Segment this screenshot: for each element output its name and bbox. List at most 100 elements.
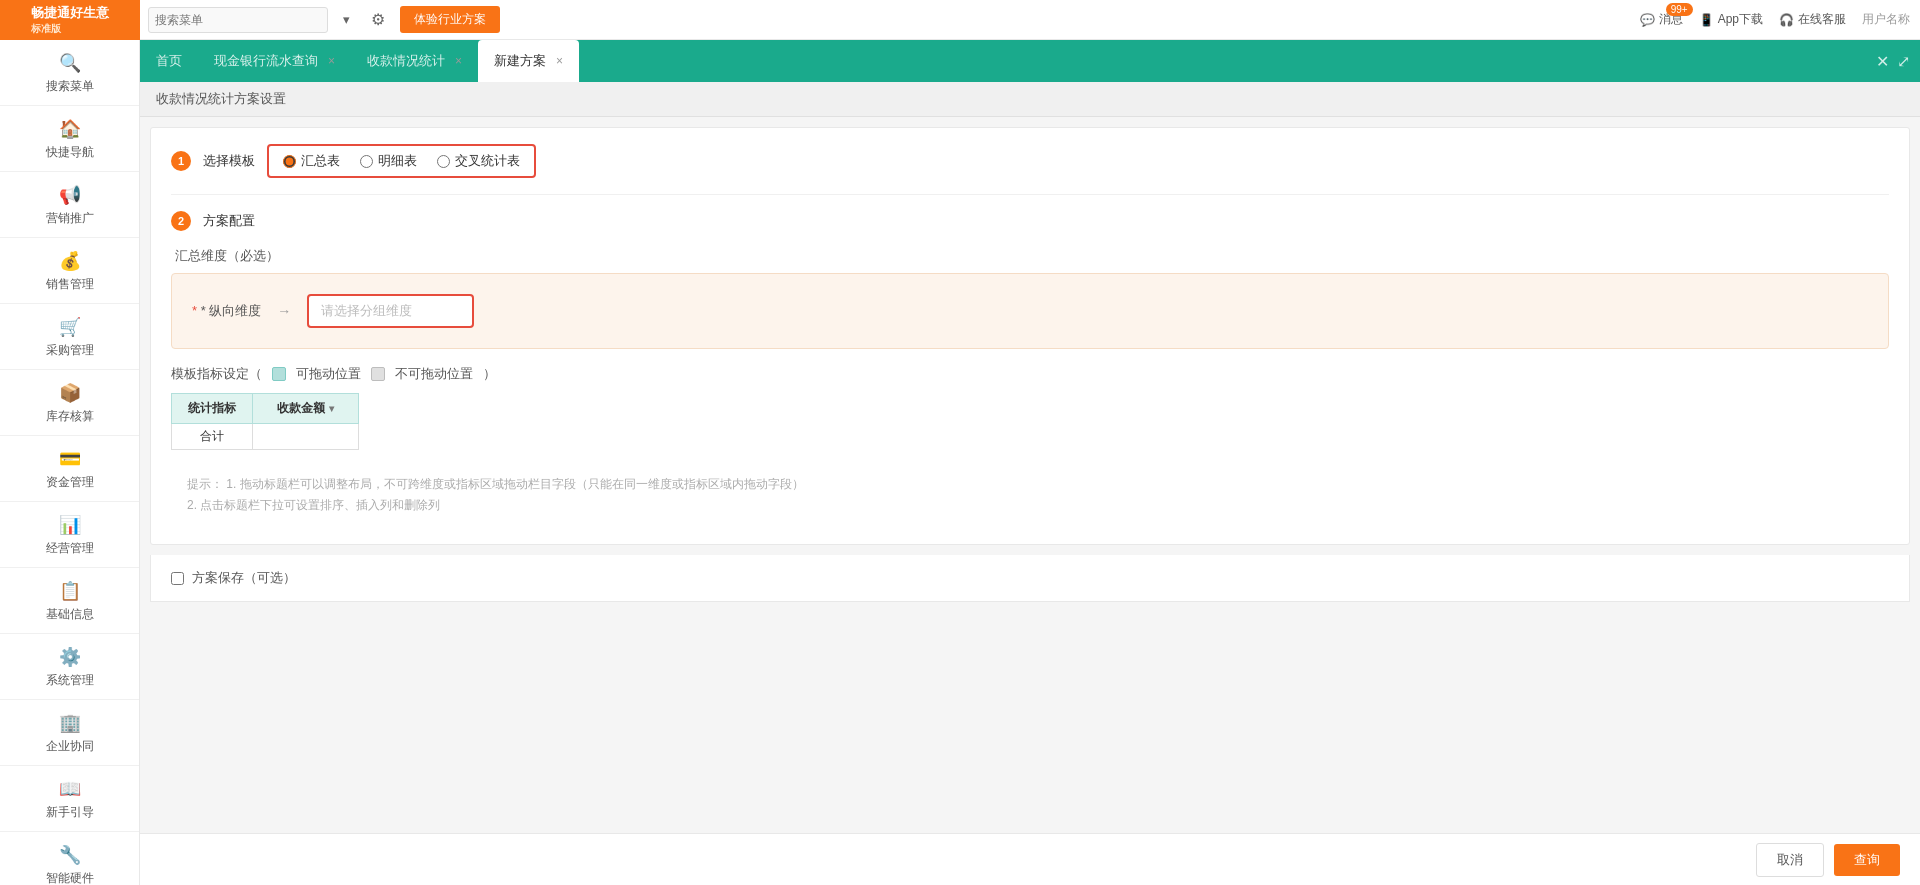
tab-close-all-icon[interactable]: ✕ [1876,52,1889,71]
save-checkbox[interactable] [171,572,184,585]
management-icon: 📊 [59,514,81,536]
vertical-dim-label: * * 纵向维度 [192,302,261,320]
radio-cross-input[interactable] [437,155,450,168]
tab-home[interactable]: 首页 [140,40,198,82]
notification-btn[interactable]: 💬 消息 99+ [1640,11,1683,28]
sales-icon: 💰 [59,250,81,272]
tip-line1: 提示： 1. 拖动标题栏可以调整布局，不可跨维度或指标区域拖动栏目字段（只能在同… [187,476,1873,493]
divider [171,194,1889,195]
sidebar-item-label: 资金管理 [46,474,94,491]
sidebar-item-label: 系统管理 [46,672,94,689]
sidebar-item-label: 库存核算 [46,408,94,425]
dropdown-icon[interactable]: ▾ [336,10,356,30]
app-download-btn[interactable]: 📱 App下载 [1699,11,1763,28]
sidebar-item-finance[interactable]: 💳 资金管理 [0,436,139,502]
radio-summary[interactable]: 汇总表 [283,152,340,170]
sidebar-item-label: 基础信息 [46,606,94,623]
enterprise-icon: 🏢 [59,712,81,734]
page-title-bar: 收款情况统计方案设置 [140,82,1920,117]
arrow-icon: → [277,303,291,319]
step2-row: 2 方案配置 [171,211,1889,231]
sidebar-item-management[interactable]: 📊 经营管理 [0,502,139,568]
dimension-row: * * 纵向维度 → 请选择分组维度 [192,294,1868,328]
sidebar-item-basic[interactable]: 📋 基础信息 [0,568,139,634]
sidebar-item-label: 企业协同 [46,738,94,755]
sidebar-item-label: 快捷导航 [46,144,94,161]
column-header-cell[interactable]: 收款金额 ▾ [253,394,359,424]
row-label-cell: 合计 [172,424,253,450]
cancel-button[interactable]: 取消 [1756,843,1824,877]
step2-badge: 2 [171,211,191,231]
purchase-icon: 🛒 [59,316,81,338]
metrics-table: 统计指标 收款金额 ▾ [171,393,359,450]
app-logo: 畅捷通好生意 标准版 [0,0,140,40]
page-title: 收款情况统计方案设置 [156,91,286,106]
dimension-placeholder: 请选择分组维度 [321,303,412,318]
step1-row: 1 选择模板 汇总表 明细表 交叉统计表 [171,144,1889,178]
required-star: * [192,303,197,318]
form-section: 1 选择模板 汇总表 明细表 交叉统计表 [150,127,1910,545]
tab-new-plan-label: 新建方案 [494,52,546,70]
radio-detail-input[interactable] [360,155,373,168]
user-area: 用户名称 [1862,11,1910,28]
industry-btn[interactable]: 体验行业方案 [400,6,500,33]
sidebar-item-purchase[interactable]: 🛒 采购管理 [0,304,139,370]
gear-icon[interactable]: ⚙ [364,6,392,34]
sidebar-item-label: 搜索菜单 [46,78,94,95]
tab-cash-flow-label: 现金银行流水查询 [214,52,318,70]
sidebar-item-label: 新手引导 [46,804,94,821]
radio-summary-input[interactable] [283,155,296,168]
sidebar-item-enterprise[interactable]: 🏢 企业协同 [0,700,139,766]
page-content: 收款情况统计方案设置 1 选择模板 汇总表 明细表 [140,82,1920,885]
app-sub-label: 标准版 [31,22,109,36]
tab-new-plan[interactable]: 新建方案 × [478,40,579,82]
bottom-action-bar: 取消 查询 [140,833,1920,885]
stats-indicator-header: 统计指标 [172,394,253,424]
metrics-config: 模板指标设定（ 可拖动位置 不可拖动位置 ） [171,365,1889,450]
sidebar-item-hardware[interactable]: 🔧 智能硬件 [0,832,139,885]
guide-icon: 📖 [59,778,81,800]
step2-label: 方案配置 [203,212,255,230]
tab-maximize-icon[interactable]: ⤢ [1897,52,1910,71]
sidebar: 🔍 搜索菜单 🏠 快捷导航 📢 营销推广 💰 销售管理 🛒 采购管理 📦 库存核… [0,40,140,885]
app-name: 畅捷通好生意 [31,4,109,22]
radio-cross-label: 交叉统计表 [455,152,520,170]
tab-receipt-stats[interactable]: 收款情况统计 × [351,40,478,82]
download-label: App下载 [1718,11,1763,28]
tab-cash-flow[interactable]: 现金银行流水查询 × [198,40,351,82]
non-draggable-label: 不可拖动位置 [395,365,473,383]
tab-home-label: 首页 [156,52,182,70]
system-icon: ⚙️ [59,646,81,668]
close-receipt-stats-icon[interactable]: × [455,54,462,68]
sidebar-item-marketing[interactable]: 📢 营销推广 [0,172,139,238]
close-new-plan-icon[interactable]: × [556,54,563,68]
radio-detail-label: 明细表 [378,152,417,170]
service-icon: 🎧 [1779,13,1794,27]
radio-detail[interactable]: 明细表 [360,152,417,170]
sidebar-item-search[interactable]: 🔍 搜索菜单 [0,40,139,106]
search-icon: 🔍 [59,52,81,74]
radio-summary-label: 汇总表 [301,152,340,170]
sidebar-item-label: 经营管理 [46,540,94,557]
query-button[interactable]: 查询 [1834,844,1900,876]
search-input[interactable] [148,7,328,33]
row-value-cell [253,424,359,450]
sidebar-item-label: 销售管理 [46,276,94,293]
message-icon: 💬 [1640,13,1655,27]
sidebar-item-nav[interactable]: 🏠 快捷导航 [0,106,139,172]
step2-section: 2 方案配置 汇总维度（必选） * * 纵向维度 → [171,211,1889,528]
dimension-dropdown[interactable]: 请选择分组维度 [307,294,474,328]
sidebar-item-label: 营销推广 [46,210,94,227]
sidebar-item-guide[interactable]: 📖 新手引导 [0,766,139,832]
step1-badge: 1 [171,151,191,171]
tips-area: 提示： 1. 拖动标题栏可以调整布局，不可跨维度或指标区域拖动栏目字段（只能在同… [171,466,1889,528]
chevron-down-icon: ▾ [329,403,334,414]
sidebar-item-inventory[interactable]: 📦 库存核算 [0,370,139,436]
top-bar: 畅捷通好生意 标准版 ▾ ⚙ 体验行业方案 💬 消息 99+ 📱 App下载 🎧… [0,0,1920,40]
sidebar-item-system[interactable]: ⚙️ 系统管理 [0,634,139,700]
tip-line2: 2. 点击标题栏下拉可设置排序、插入列和删除列 [187,497,1873,514]
sidebar-item-sales[interactable]: 💰 销售管理 [0,238,139,304]
radio-cross[interactable]: 交叉统计表 [437,152,520,170]
close-cash-flow-icon[interactable]: × [328,54,335,68]
online-service-btn[interactable]: 🎧 在线客服 [1779,11,1846,28]
